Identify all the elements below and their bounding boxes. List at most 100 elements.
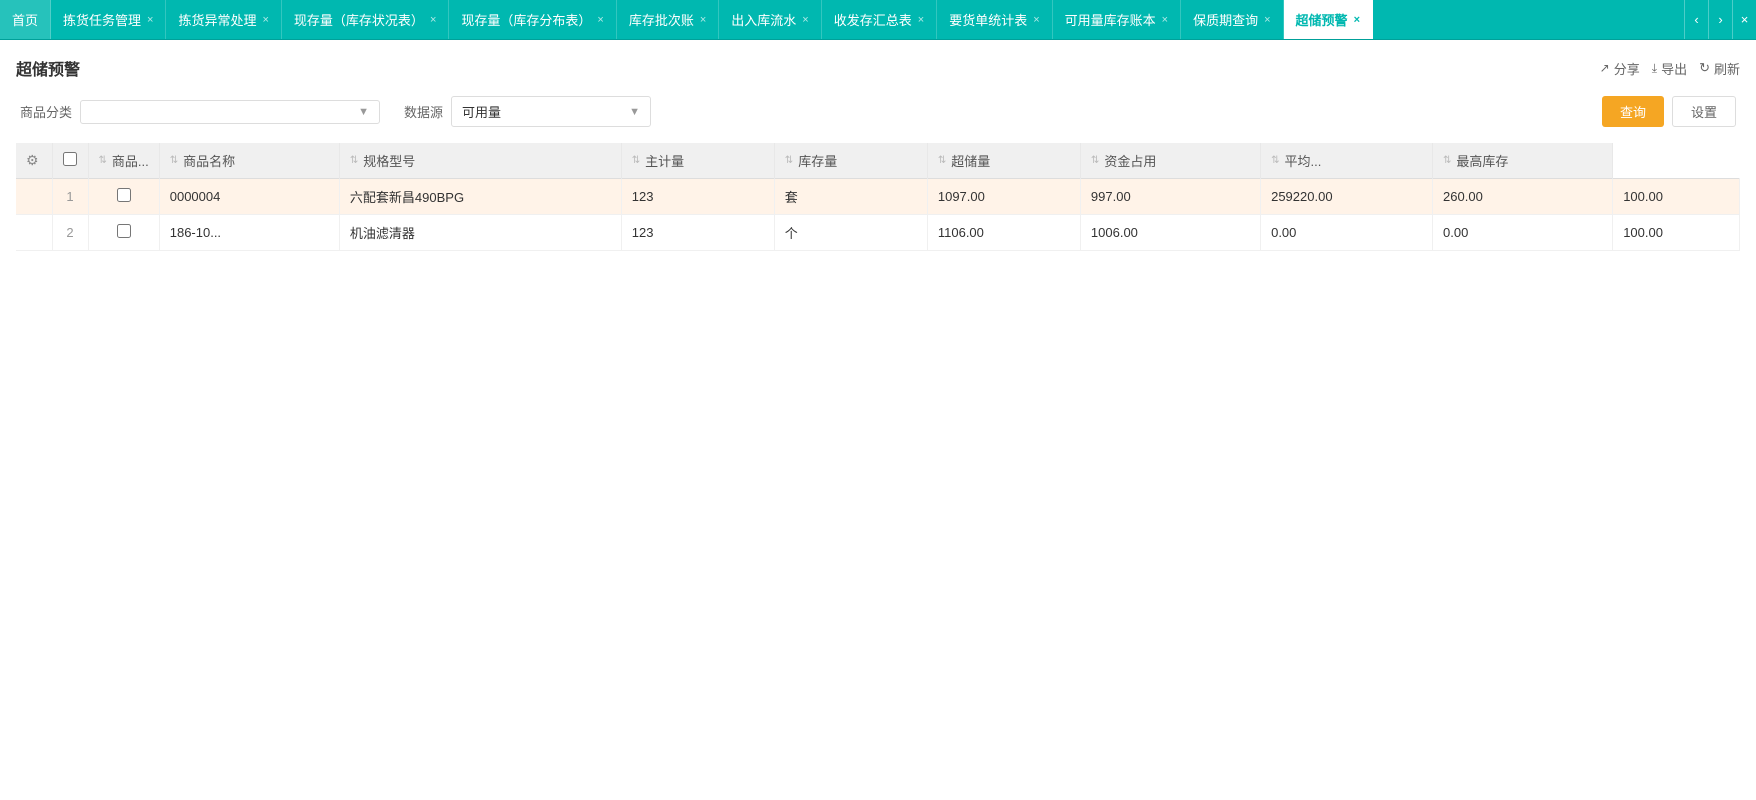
tab-xiancunliang2[interactable]: 现存量（库存分布表） ×	[449, 0, 616, 39]
category-filter: 商品分类 ▼	[20, 100, 380, 124]
row-stock: 1097.00	[927, 179, 1080, 215]
row-max-stock: 100.00	[1613, 215, 1740, 251]
tab-label: 出入库流水	[731, 10, 796, 29]
row-product-name: 六配套新昌490BPG	[339, 179, 621, 215]
column-capital[interactable]: ⇅ 资金占用	[1080, 143, 1260, 179]
close-icon[interactable]: ×	[262, 14, 268, 26]
row-number: 2	[52, 215, 88, 251]
tab-label: 现存量（库存状况表）	[294, 10, 424, 29]
row-product-code: 186-10...	[159, 215, 339, 251]
page-header: 超储预警 ↗ 分享 ⤓ 导出 ↻ 刷新	[16, 56, 1740, 80]
chevron-down-icon: ▼	[629, 106, 640, 118]
close-icon[interactable]: ×	[1264, 14, 1270, 26]
row-stock: 1106.00	[927, 215, 1080, 251]
column-product-name-label: 商品名称	[183, 151, 235, 170]
row-checkbox-cell[interactable]	[88, 215, 159, 251]
datasource-value: 可用量	[462, 102, 501, 121]
column-stock[interactable]: ⇅ 库存量	[774, 143, 927, 179]
export-button[interactable]: ⤓ 导出	[1652, 59, 1687, 78]
row-product-code: 0000004	[159, 179, 339, 215]
close-icon[interactable]: ×	[802, 14, 808, 26]
refresh-label: 刷新	[1714, 59, 1740, 78]
nav-left-arrow[interactable]: ‹	[1684, 0, 1708, 40]
column-max-stock-label: 最高库存	[1456, 151, 1508, 170]
row-capital: 0.00	[1261, 215, 1433, 251]
tab-jianhuorenwu[interactable]: 拣货任务管理 ×	[51, 0, 166, 39]
tab-label: 现存量（库存分布表）	[461, 10, 591, 29]
row-checkbox-cell[interactable]	[88, 179, 159, 215]
column-spec[interactable]: ⇅ 规格型号	[339, 143, 621, 179]
row-capital: 259220.00	[1261, 179, 1433, 215]
column-product-name[interactable]: ⇅ 商品名称	[159, 143, 339, 179]
datasource-label: 数据源	[404, 102, 443, 121]
home-tab[interactable]: 首页	[0, 0, 51, 39]
nav-close-arrow[interactable]: ×	[1732, 0, 1756, 40]
column-capital-label: 资金占用	[1104, 151, 1156, 170]
tab-keyongliang[interactable]: 可用量库存账本 ×	[1053, 0, 1181, 39]
filter-area: 商品分类 ▼ 数据源 可用量 ▼ 查询 设置	[16, 96, 1740, 127]
export-icon: ⤓	[1652, 61, 1657, 76]
row-unit: 个	[774, 215, 927, 251]
tab-kucunpici[interactable]: 库存批次账 ×	[617, 0, 719, 39]
select-all-checkbox[interactable]	[63, 152, 77, 166]
data-table: ⚙ ⇅ 商品... ⇅ 商品名称	[16, 143, 1740, 251]
tab-shofacun[interactable]: 收发存汇总表 ×	[822, 0, 937, 39]
nav-right-arrow[interactable]: ›	[1708, 0, 1732, 40]
query-button[interactable]: 查询	[1602, 96, 1664, 127]
row-settings-cell	[16, 179, 52, 215]
settings-button[interactable]: 设置	[1672, 96, 1736, 127]
close-icon[interactable]: ×	[700, 14, 706, 26]
share-button[interactable]: ↗ 分享	[1600, 59, 1640, 78]
sort-icon: ⇅	[1091, 155, 1099, 166]
sort-icon: ⇅	[1443, 155, 1451, 166]
tab-chaochuyujing[interactable]: 超储预警 ×	[1284, 0, 1373, 39]
sort-icon: ⇅	[938, 155, 946, 166]
column-settings[interactable]: ⚙	[16, 143, 52, 179]
refresh-button[interactable]: ↻ 刷新	[1699, 59, 1740, 78]
row-overstock: 997.00	[1080, 179, 1260, 215]
close-icon[interactable]: ×	[1354, 14, 1360, 26]
row-avg: 0.00	[1433, 215, 1613, 251]
tab-baozhi[interactable]: 保质期查询 ×	[1181, 0, 1283, 39]
sort-icon: ⇅	[785, 155, 793, 166]
table-body: 10000004六配套新昌490BPG123套1097.00997.002592…	[16, 179, 1740, 251]
tab-label: 保质期查询	[1193, 10, 1258, 29]
tab-label: 超储预警	[1296, 10, 1348, 29]
row-checkbox[interactable]	[117, 188, 131, 202]
page-container: 超储预警 ↗ 分享 ⤓ 导出 ↻ 刷新 商品分类 ▼ 数据源	[0, 40, 1756, 800]
close-icon[interactable]: ×	[597, 14, 603, 26]
column-unit[interactable]: ⇅ 主计量	[621, 143, 774, 179]
close-icon[interactable]: ×	[1033, 14, 1039, 26]
tab-jianhuoyichang[interactable]: 拣货异常处理 ×	[166, 0, 281, 39]
tab-label: 拣货任务管理	[63, 10, 141, 29]
row-overstock: 1006.00	[1080, 215, 1260, 251]
nav-arrows: ‹ › ×	[1684, 0, 1756, 40]
tab-churukuliushui[interactable]: 出入库流水 ×	[719, 0, 821, 39]
column-avg[interactable]: ⇅ 平均...	[1261, 143, 1433, 179]
close-icon[interactable]: ×	[147, 14, 153, 26]
column-product-code-label: 商品...	[112, 151, 149, 170]
export-label: 导出	[1661, 59, 1687, 78]
category-select[interactable]: ▼	[80, 100, 380, 124]
gear-icon[interactable]: ⚙	[26, 152, 39, 168]
tab-label: 拣货异常处理	[178, 10, 256, 29]
row-max-stock: 100.00	[1613, 179, 1740, 215]
column-product-code[interactable]: ⇅ 商品...	[88, 143, 159, 179]
close-icon[interactable]: ×	[430, 14, 436, 26]
row-checkbox[interactable]	[117, 224, 131, 238]
row-number: 1	[52, 179, 88, 215]
column-checkbox[interactable]	[52, 143, 88, 179]
column-max-stock[interactable]: ⇅ 最高库存	[1433, 143, 1613, 179]
header-actions: ↗ 分享 ⤓ 导出 ↻ 刷新	[1600, 59, 1740, 78]
close-icon[interactable]: ×	[1162, 14, 1168, 26]
close-icon[interactable]: ×	[918, 14, 924, 26]
column-unit-label: 主计量	[645, 151, 684, 170]
sort-icon: ⇅	[170, 155, 178, 166]
datasource-select[interactable]: 可用量 ▼	[451, 96, 651, 127]
column-spec-label: 规格型号	[363, 151, 415, 170]
column-overstock[interactable]: ⇅ 超储量	[927, 143, 1080, 179]
tab-xiancunliang1[interactable]: 现存量（库存状况表） ×	[282, 0, 449, 39]
tab-yaohuo[interactable]: 要货单统计表 ×	[937, 0, 1052, 39]
row-unit: 套	[774, 179, 927, 215]
column-avg-label: 平均...	[1284, 151, 1321, 170]
